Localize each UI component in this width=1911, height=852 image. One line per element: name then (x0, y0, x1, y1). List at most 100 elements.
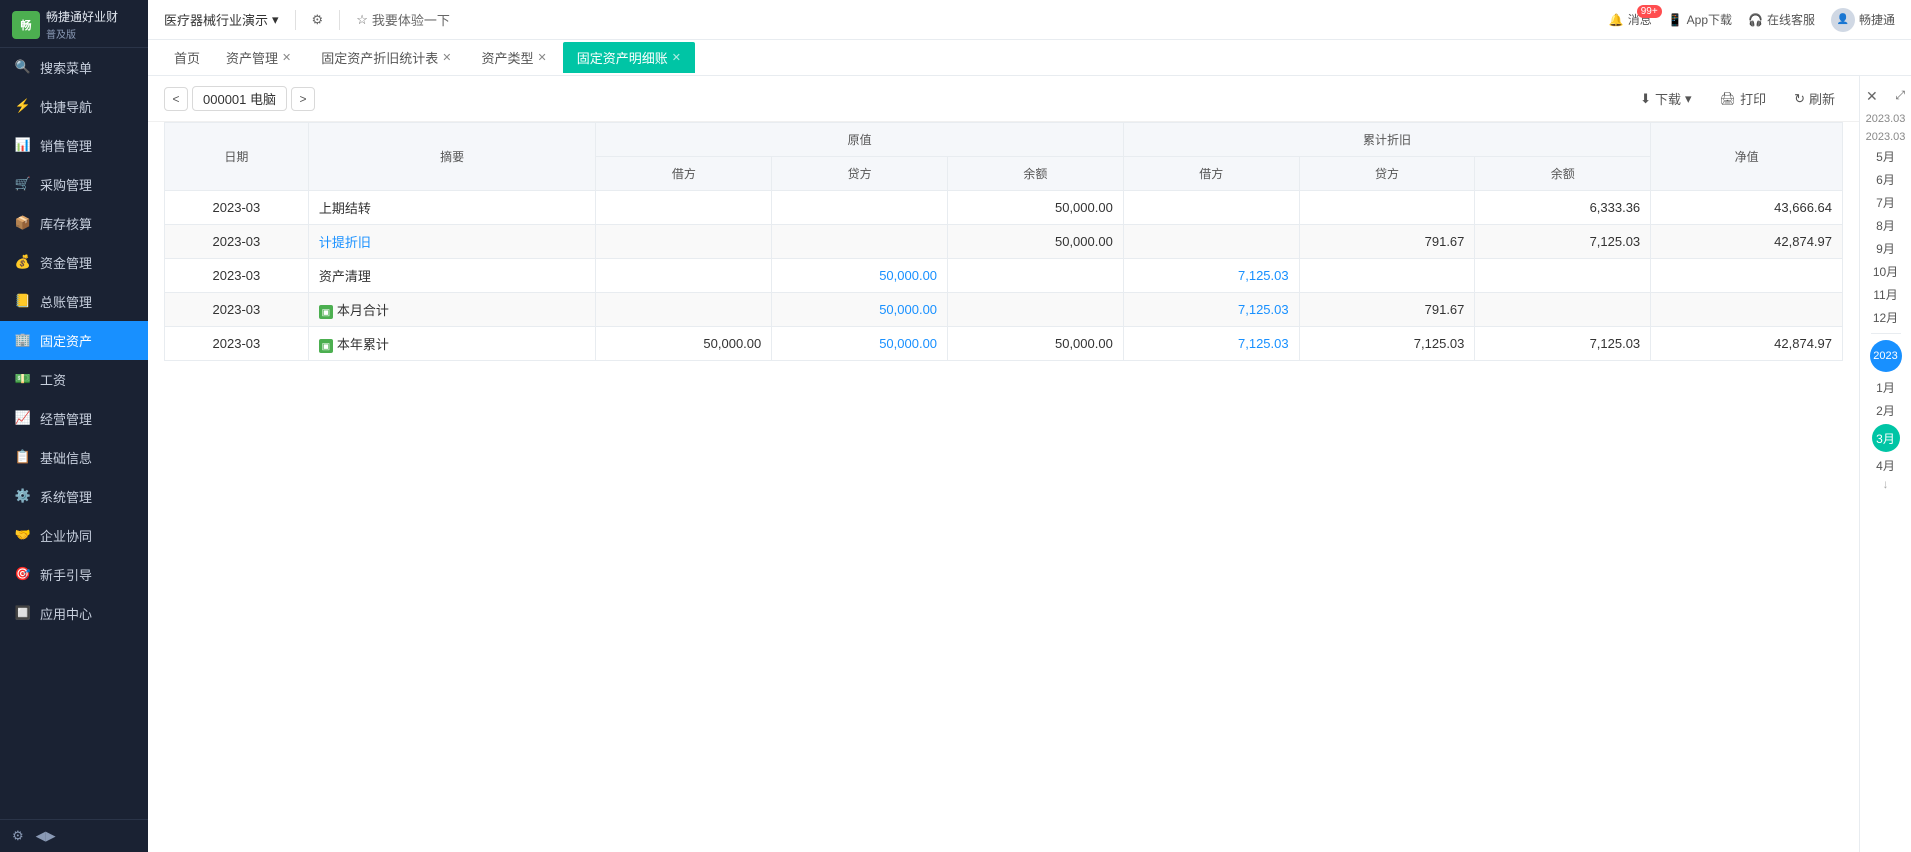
tab-asset-management[interactable]: 资产管理 ✕ (212, 42, 305, 73)
timeline-close-icon[interactable]: ✕ (1866, 88, 1878, 105)
clipboard-icon: 📋 (14, 448, 32, 466)
cell-debit1 (596, 191, 772, 225)
topbar: 医疗器械行业演示 ▾ ⚙ ☆ 我要体验一下 🔔 消息 99+ 📱 App下载 🎧… (148, 0, 1911, 40)
sidebar-item-operation[interactable]: 📈 经营管理 (0, 399, 148, 438)
cell-credit2: 791.67 (1299, 225, 1475, 259)
sidebar-item-payroll[interactable]: 💵 工资 (0, 360, 148, 399)
close-icon[interactable]: ✕ (282, 51, 291, 64)
download-button[interactable]: ⬇ 下载 ▾ (1632, 86, 1699, 111)
timeline-panel: ✕ ⤢ 2023.03 2023.03 5月6月7月8月9月10月11月12月 … (1859, 76, 1911, 852)
sidebar-item-system[interactable]: ⚙️ 系统管理 (0, 477, 148, 516)
sidebar-item-label: 企业协同 (40, 526, 92, 545)
user-label: 畅捷通 (1859, 11, 1895, 28)
payroll-icon: 💵 (14, 370, 32, 388)
col-balance1: 余额 (948, 157, 1124, 191)
table-toolbar: < 000001 电脑 > ⬇ 下载 ▾ 🖨 打印 ↻ (148, 76, 1859, 122)
cell-net: 42,874.97 (1651, 327, 1843, 361)
sidebar-item-collab[interactable]: 🤝 企业协同 (0, 516, 148, 555)
sidebar-item-app-center[interactable]: 🔲 应用中心 (0, 594, 148, 633)
refresh-icon: ↻ (1794, 91, 1805, 107)
search-icon: 🔍 (14, 58, 32, 76)
sidebar-item-finance[interactable]: 💰 资金管理 (0, 243, 148, 282)
sidebar-item-ledger[interactable]: 📒 总账管理 (0, 282, 148, 321)
timeline-current-months: 1月2月3月4月 (1872, 376, 1900, 477)
experience-button[interactable]: ☆ 我要体验一下 (356, 10, 450, 29)
sidebar-item-quick-nav[interactable]: ⚡ 快捷导航 (0, 87, 148, 126)
sidebar-item-label: 销售管理 (40, 136, 92, 155)
timeline-month[interactable]: 4月 (1872, 454, 1900, 477)
trending-icon: 📈 (14, 409, 32, 427)
cell-net (1651, 293, 1843, 327)
print-button[interactable]: 🖨 打印 (1712, 86, 1775, 111)
timeline-month[interactable]: 5月 (1873, 145, 1898, 168)
tab-depreciation-stats[interactable]: 固定资产折旧统计表 ✕ (307, 42, 465, 73)
close-icon[interactable]: ✕ (442, 51, 451, 64)
download-label: App下载 (1687, 11, 1732, 28)
timeline-month[interactable]: 10月 (1873, 260, 1898, 283)
sidebar-item-label: 经营管理 (40, 409, 92, 428)
timeline-month[interactable]: 11月 (1873, 283, 1898, 306)
timeline-month[interactable]: 1月 (1872, 376, 1900, 399)
handshake-icon: 🤝 (14, 526, 32, 544)
tab-asset-type[interactable]: 资产类型 ✕ (467, 42, 560, 73)
timeline-current-year[interactable]: 2023 (1870, 340, 1902, 372)
timeline-month[interactable]: 12月 (1873, 306, 1898, 329)
sidebar-item-label: 资金管理 (40, 253, 92, 272)
tab-asset-detail[interactable]: 固定资产明细账 ✕ (563, 42, 695, 73)
timeline-month[interactable]: 9月 (1873, 237, 1898, 260)
close-icon[interactable]: ✕ (538, 51, 547, 64)
sidebar-item-guide[interactable]: 🎯 新手引导 (0, 555, 148, 594)
timeline-month[interactable]: 2月 (1872, 399, 1900, 422)
content: < 000001 电脑 > ⬇ 下载 ▾ 🖨 打印 ↻ (148, 76, 1911, 852)
sidebar-nav: 🔍 搜索菜单 ⚡ 快捷导航 📊 销售管理 🛒 采购管理 📦 库存核算 💰 资金管… (0, 48, 148, 819)
divider (295, 10, 296, 30)
sidebar-item-purchase[interactable]: 🛒 采购管理 (0, 165, 148, 204)
company-selector[interactable]: 医疗器械行业演示 ▾ (164, 10, 279, 29)
timeline-prev-months: 5月6月7月8月9月10月11月12月 (1873, 145, 1898, 329)
topbar-settings-icon[interactable]: ⚙ (312, 12, 324, 28)
timeline-month[interactable]: 8月 (1873, 214, 1898, 237)
asset-nav: < 000001 电脑 > (164, 86, 315, 111)
sidebar-item-sales[interactable]: 📊 销售管理 (0, 126, 148, 165)
asset-code-tag: 000001 电脑 (192, 86, 287, 111)
divider2 (339, 10, 340, 30)
collapse-icon[interactable]: ◀▶ (36, 828, 56, 844)
cell-credit1: 50,000.00 (772, 259, 948, 293)
timeline-expand-icon[interactable]: ⤢ (1895, 88, 1905, 105)
tab-home[interactable]: 首页 (164, 42, 210, 73)
tab-label: 资产管理 (226, 48, 278, 67)
sidebar-item-basic-info[interactable]: 📋 基础信息 (0, 438, 148, 477)
cell-net: 42,874.97 (1651, 225, 1843, 259)
prev-asset-button[interactable]: < (164, 87, 188, 111)
cell-balance2 (1475, 293, 1651, 327)
notifications-button[interactable]: 🔔 消息 99+ (1609, 11, 1652, 28)
toolbar-actions: ⬇ 下载 ▾ 🖨 打印 ↻ 刷新 (1632, 86, 1843, 111)
service-button[interactable]: 🎧 在线客服 (1748, 11, 1815, 28)
cell-date: 2023-03 (165, 293, 309, 327)
download-label: 下载 (1655, 89, 1681, 108)
cart-icon: 🛒 (14, 175, 32, 193)
sidebar-item-label: 基础信息 (40, 448, 92, 467)
user-menu[interactable]: 👤 畅捷通 (1831, 8, 1895, 32)
content-main: < 000001 电脑 > ⬇ 下载 ▾ 🖨 打印 ↻ (148, 76, 1859, 852)
sidebar-item-label: 工资 (40, 370, 66, 389)
close-icon[interactable]: ✕ (672, 51, 681, 64)
timeline-month[interactable]: 7月 (1873, 191, 1898, 214)
sidebar-item-label: 采购管理 (40, 175, 92, 194)
col-debit2: 借方 (1123, 157, 1299, 191)
timeline-month[interactable]: 6月 (1873, 168, 1898, 191)
sidebar-item-inventory[interactable]: 📦 库存核算 (0, 204, 148, 243)
notification-badge: 99+ (1637, 5, 1662, 18)
refresh-button[interactable]: ↻ 刷新 (1786, 86, 1843, 111)
tab-label: 资产类型 (481, 48, 533, 67)
cell-net: 43,666.64 (1651, 191, 1843, 225)
next-asset-button[interactable]: > (291, 87, 315, 111)
timeline-month[interactable]: 3月 (1872, 424, 1900, 452)
settings-bottom-icon[interactable]: ⚙ (12, 828, 24, 844)
sidebar-item-fixed-assets[interactable]: 🏢 固定资产 (0, 321, 148, 360)
scroll-down-icon[interactable]: ↓ (1883, 477, 1889, 491)
print-label: 打印 (1740, 89, 1766, 108)
download-button[interactable]: 📱 App下载 (1668, 11, 1732, 28)
sidebar-item-search[interactable]: 🔍 搜索菜单 (0, 48, 148, 87)
book-icon: 📒 (14, 292, 32, 310)
